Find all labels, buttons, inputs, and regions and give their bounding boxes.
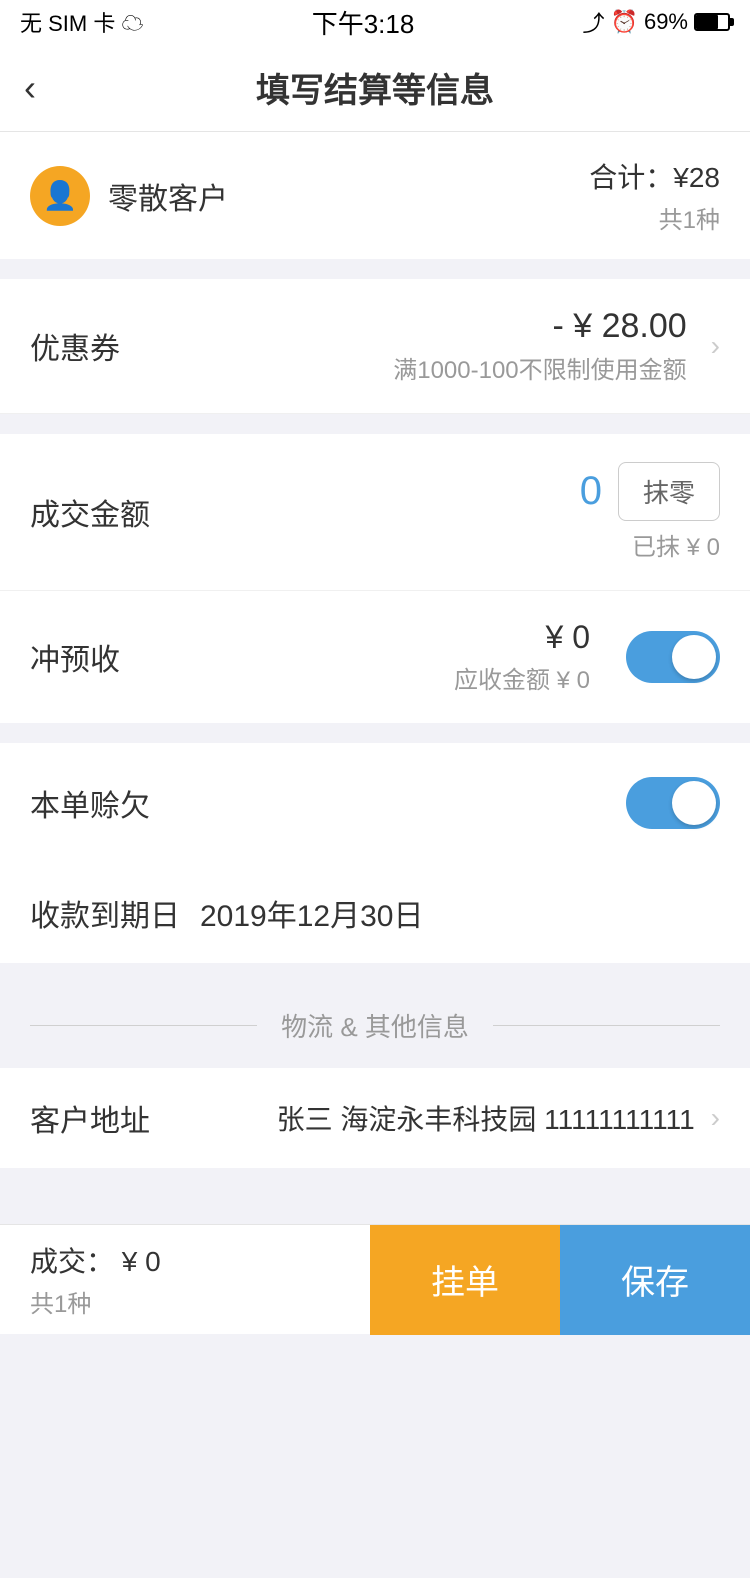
coupon-description: 满1000-100不限制使用金额 [393, 350, 686, 385]
total-amount: 合计：¥28 [589, 156, 720, 196]
prepayment-amount: ¥ 0 [546, 619, 590, 656]
hang-button[interactable]: 挂单 [370, 1225, 560, 1335]
save-button[interactable]: 保存 [560, 1225, 750, 1335]
transaction-amount-row: 成交金额 0 抹零 已抹 ¥ 0 [0, 434, 750, 591]
section-gap-2 [0, 414, 750, 434]
transaction-amount-label: 成交金额 [30, 490, 150, 534]
prepayment-toggle[interactable] [626, 631, 720, 683]
logistics-divider-left [30, 1025, 257, 1026]
address-label: 客户地址 [30, 1096, 150, 1140]
debt-toggle[interactable] [626, 777, 720, 829]
address-value: 张三 海淀永丰科技园 11111111111 [277, 1098, 695, 1138]
status-time: 下午3:18 [312, 4, 415, 41]
bottom-count: 共1种 [30, 1284, 340, 1319]
prepayment-row: 冲预收 ¥ 0 应收金额 ¥ 0 [0, 591, 750, 723]
bottom-summary: 成交： ¥ 0 共1种 [0, 1240, 370, 1319]
status-left: 无 SIM 卡 ☁ [20, 6, 143, 38]
logistics-divider-right [493, 1025, 720, 1026]
prepayment-sub: 应收金额 ¥ 0 [454, 660, 590, 695]
coupon-row[interactable]: 优惠券 - ¥ 28.00 满1000-100不限制使用金额 › [0, 279, 750, 414]
location-icon: ⤴ [583, 6, 605, 38]
logistics-label: 物流 & 其他信息 [281, 1007, 469, 1044]
page-title: 填写结算等信息 [256, 63, 494, 112]
logistics-section-header: 物流 & 其他信息 [0, 983, 750, 1068]
debt-label: 本单赊欠 [30, 781, 150, 825]
debt-toggle-knob [672, 781, 716, 825]
customer-name: 零散客户 [108, 174, 228, 218]
due-date-value: 2019年12月30日 [200, 891, 423, 935]
amount-input-area: 0 抹零 [580, 462, 720, 521]
chevron-right-icon: › [711, 330, 720, 362]
total-count: 共1种 [589, 200, 720, 235]
address-row[interactable]: 客户地址 张三 海淀永丰科技园 11111111111 › [0, 1068, 750, 1168]
nav-bar: ‹ 填写结算等信息 [0, 44, 750, 132]
prepayment-right: ¥ 0 应收金额 ¥ 0 [454, 619, 590, 695]
deal-amount: ¥ 0 [122, 1246, 161, 1277]
round-button[interactable]: 抹零 [618, 462, 720, 521]
customer-info-left: 👤 零散客户 [30, 166, 228, 226]
status-bar: 无 SIM 卡 ☁ 下午3:18 ⤴ ⏰ 69% [0, 0, 750, 44]
due-date-row[interactable]: 收款到期日 2019年12月30日 [0, 863, 750, 963]
coupon-label: 优惠券 [30, 324, 120, 368]
status-right: ⤴ ⏰ 69% [583, 6, 730, 38]
back-button[interactable]: ‹ [24, 67, 36, 109]
coupon-right: - ¥ 28.00 满1000-100不限制使用金额 › [393, 307, 720, 385]
already-rounded-text: 已抹 ¥ 0 [632, 527, 720, 562]
bottom-bar: 成交： ¥ 0 共1种 挂单 保存 [0, 1224, 750, 1334]
battery-percent: 69% [644, 9, 688, 35]
alarm-icon: ⏰ [611, 9, 638, 35]
customer-info-right: 合计：¥28 共1种 [589, 156, 720, 235]
transaction-amount-value[interactable]: 0 [580, 469, 602, 514]
bottom-deal-label: 成交： ¥ 0 [30, 1240, 340, 1280]
section-gap-3 [0, 723, 750, 743]
address-right: 张三 海淀永丰科技园 11111111111 › [247, 1098, 720, 1138]
debt-row: 本单赊欠 [0, 743, 750, 863]
customer-row: 👤 零散客户 合计：¥28 共1种 [0, 132, 750, 259]
avatar: 👤 [30, 166, 90, 226]
section-gap-1 [0, 259, 750, 279]
sim-label: 无 SIM 卡 ☁ [20, 6, 143, 38]
due-date-label: 收款到期日 [30, 891, 180, 935]
battery-icon [694, 13, 730, 31]
toggle-knob [672, 635, 716, 679]
deal-prefix: 成交： [30, 1246, 114, 1277]
section-gap-4 [0, 963, 750, 983]
coupon-amount: - ¥ 28.00 [393, 307, 686, 346]
address-chevron-icon: › [711, 1102, 720, 1134]
prepayment-label: 冲预收 [30, 635, 120, 679]
